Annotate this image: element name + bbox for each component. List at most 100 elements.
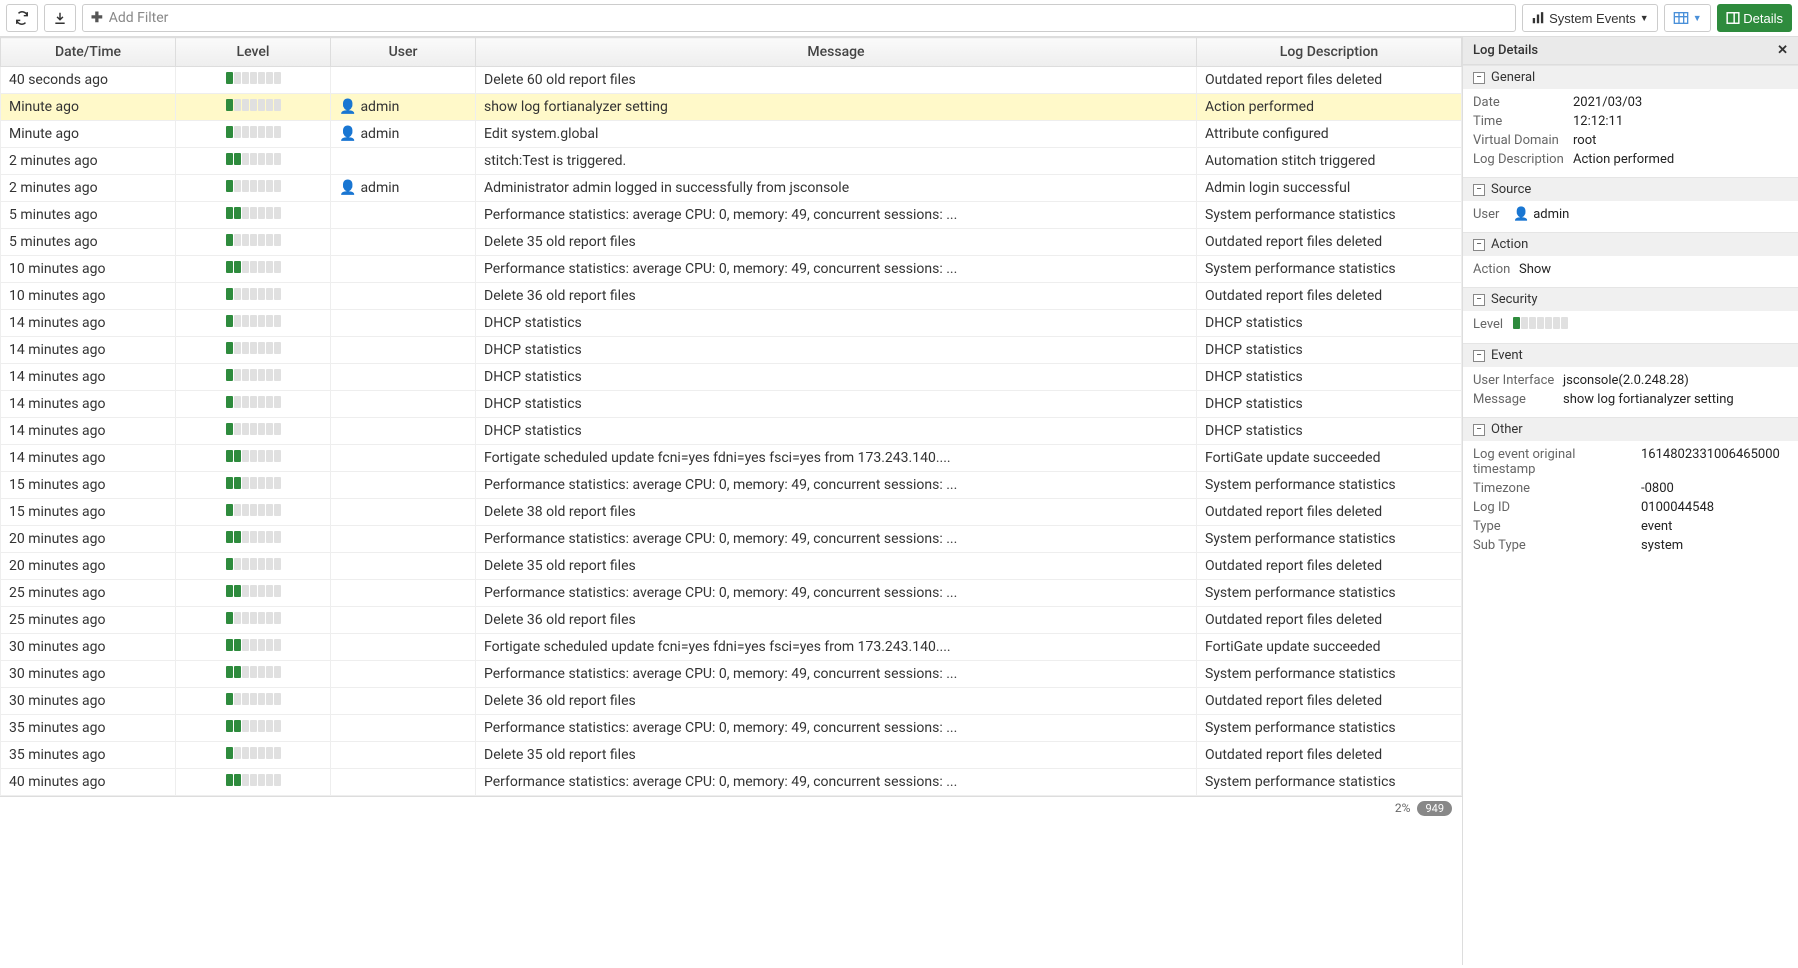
table-row[interactable]: 14 minutes agoDHCP statisticsDHCP statis… (1, 391, 1462, 418)
table-row[interactable]: 15 minutes agoPerformance statistics: av… (1, 472, 1462, 499)
table-row[interactable]: 40 minutes agoPerformance statistics: av… (1, 769, 1462, 796)
table-row[interactable]: 30 minutes agoFortigate scheduled update… (1, 634, 1462, 661)
details-field-key: Message (1473, 392, 1563, 407)
level-indicator (226, 774, 281, 786)
cell-level (176, 418, 331, 445)
level-indicator (226, 207, 281, 219)
table-row[interactable]: 35 minutes agoPerformance statistics: av… (1, 715, 1462, 742)
details-section-header[interactable]: −Security (1463, 287, 1798, 311)
level-indicator (226, 342, 281, 354)
table-row[interactable]: 14 minutes agoFortigate scheduled update… (1, 445, 1462, 472)
refresh-button[interactable] (6, 4, 38, 32)
cell-description: Outdated report files deleted (1197, 607, 1462, 634)
cell-message: Edit system.global (476, 121, 1197, 148)
download-button[interactable] (44, 4, 76, 32)
cell-description: Outdated report files deleted (1197, 688, 1462, 715)
cell-description: FortiGate update succeeded (1197, 634, 1462, 661)
col-header-level[interactable]: Level (176, 38, 331, 67)
details-section-body: Log event original timestamp161480233100… (1463, 441, 1798, 563)
table-row[interactable]: Minute ago👤adminshow log fortianalyzer s… (1, 94, 1462, 121)
table-row[interactable]: 2 minutes ago👤adminAdministrator admin l… (1, 175, 1462, 202)
add-filter-input[interactable]: ✚ Add Filter (82, 4, 1516, 32)
cell-date: 35 minutes ago (1, 715, 176, 742)
cell-description: System performance statistics (1197, 472, 1462, 499)
table-row[interactable]: 20 minutes agoPerformance statistics: av… (1, 526, 1462, 553)
col-header-description[interactable]: Log Description (1197, 38, 1462, 67)
table-row[interactable]: 2 minutes agostitch:Test is triggered.Au… (1, 148, 1462, 175)
cell-level (176, 742, 331, 769)
cell-message: Performance statistics: average CPU: 0, … (476, 769, 1197, 796)
table-row[interactable]: 25 minutes agoDelete 36 old report files… (1, 607, 1462, 634)
table-row[interactable]: 14 minutes agoDHCP statisticsDHCP statis… (1, 418, 1462, 445)
user-icon: 👤 (339, 126, 356, 142)
cell-message: Performance statistics: average CPU: 0, … (476, 661, 1197, 688)
table-row[interactable]: 14 minutes agoDHCP statisticsDHCP statis… (1, 310, 1462, 337)
table-row[interactable]: 10 minutes agoPerformance statistics: av… (1, 256, 1462, 283)
cell-description: DHCP statistics (1197, 391, 1462, 418)
cell-message: DHCP statistics (476, 310, 1197, 337)
table-row[interactable]: 10 minutes agoDelete 36 old report files… (1, 283, 1462, 310)
cell-message: DHCP statistics (476, 337, 1197, 364)
table-row[interactable]: 30 minutes agoDelete 36 old report files… (1, 688, 1462, 715)
table-row[interactable]: 40 seconds agoDelete 60 old report files… (1, 67, 1462, 94)
level-indicator (1513, 317, 1568, 329)
download-icon (53, 11, 67, 25)
cell-message: Fortigate scheduled update fcni=yes fdni… (476, 445, 1197, 472)
table-row[interactable]: 30 minutes agoPerformance statistics: av… (1, 661, 1462, 688)
cell-level (176, 94, 331, 121)
cell-message: Delete 35 old report files (476, 742, 1197, 769)
cell-date: 20 minutes ago (1, 526, 176, 553)
cell-date: 14 minutes ago (1, 364, 176, 391)
cell-date: Minute ago (1, 121, 176, 148)
columns-dropdown[interactable]: ▼ (1664, 4, 1711, 32)
cell-date: 2 minutes ago (1, 175, 176, 202)
cell-description: System performance statistics (1197, 769, 1462, 796)
level-indicator (226, 315, 281, 327)
level-indicator (226, 423, 281, 435)
details-section-header[interactable]: −Source (1463, 177, 1798, 201)
cell-message: DHCP statistics (476, 391, 1197, 418)
collapse-icon: − (1473, 72, 1485, 84)
details-field-value: 2021/03/03 (1573, 95, 1642, 110)
status-count-badge: 949 (1417, 801, 1452, 816)
details-section-header[interactable]: −Other (1463, 417, 1798, 441)
table-row[interactable]: Minute ago👤adminEdit system.globalAttrib… (1, 121, 1462, 148)
details-section-body: Level (1463, 311, 1798, 343)
col-header-message[interactable]: Message (476, 38, 1197, 67)
table-row[interactable]: 14 minutes agoDHCP statisticsDHCP statis… (1, 337, 1462, 364)
chevron-down-icon: ▼ (1640, 13, 1649, 23)
cell-description: Admin login successful (1197, 175, 1462, 202)
close-details-button[interactable]: ✕ (1777, 43, 1788, 58)
table-row[interactable]: 35 minutes agoDelete 35 old report files… (1, 742, 1462, 769)
details-section-header[interactable]: −Event (1463, 343, 1798, 367)
cell-level (176, 391, 331, 418)
details-button[interactable]: Details (1717, 4, 1792, 32)
details-section-body: User Interfacejsconsole(2.0.248.28)Messa… (1463, 367, 1798, 417)
table-row[interactable]: 15 minutes agoDelete 38 old report files… (1, 499, 1462, 526)
cell-level (176, 256, 331, 283)
details-field: Virtual Domainroot (1473, 131, 1788, 150)
status-bar: 2% 949 (0, 796, 1462, 819)
col-header-date[interactable]: Date/Time (1, 38, 176, 67)
details-field: Log event original timestamp161480233100… (1473, 445, 1788, 479)
table-row[interactable]: 5 minutes agoPerformance statistics: ave… (1, 202, 1462, 229)
table-row[interactable]: 25 minutes agoPerformance statistics: av… (1, 580, 1462, 607)
details-section-header[interactable]: −Action (1463, 232, 1798, 256)
level-indicator (226, 153, 281, 165)
table-row[interactable]: 5 minutes agoDelete 35 old report filesO… (1, 229, 1462, 256)
details-section-header[interactable]: −General (1463, 65, 1798, 89)
table-row[interactable]: 20 minutes agoDelete 35 old report files… (1, 553, 1462, 580)
cell-message: DHCP statistics (476, 364, 1197, 391)
cell-date: 10 minutes ago (1, 283, 176, 310)
col-header-user[interactable]: User (331, 38, 476, 67)
cell-date: 30 minutes ago (1, 634, 176, 661)
cell-date: 25 minutes ago (1, 607, 176, 634)
collapse-icon: − (1473, 239, 1485, 251)
cell-user: admin (360, 99, 399, 115)
details-field-value (1513, 317, 1568, 333)
system-events-dropdown[interactable]: System Events ▼ (1522, 4, 1657, 32)
cell-level (176, 715, 331, 742)
table-row[interactable]: 14 minutes agoDHCP statisticsDHCP statis… (1, 364, 1462, 391)
cell-description: Outdated report files deleted (1197, 229, 1462, 256)
panel-icon (1726, 11, 1740, 25)
